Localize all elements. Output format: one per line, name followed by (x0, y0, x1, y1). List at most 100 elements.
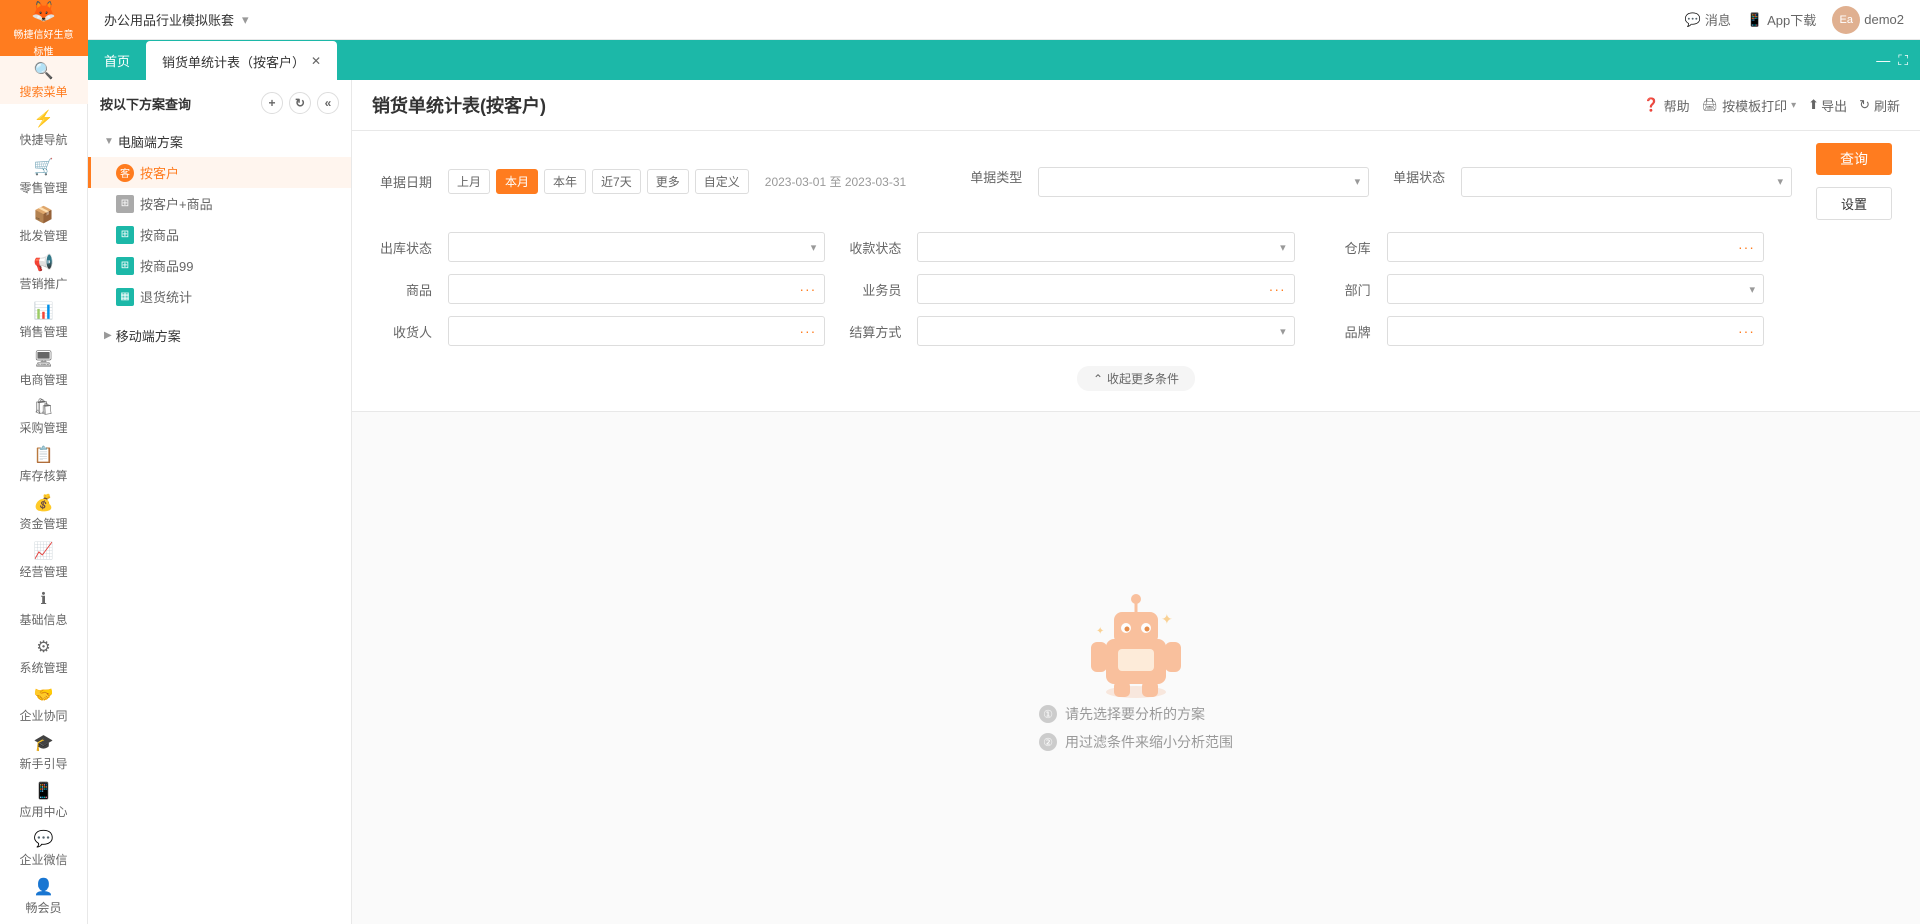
collect-status-select[interactable]: ▾ (917, 232, 1294, 262)
sidebar-item-operations[interactable]: 📈 经营管理 (0, 536, 88, 584)
scheme-icon-return: ▦ (116, 288, 134, 306)
logo[interactable]: 🦊 畅捷信好生意 标惟 (0, 0, 88, 56)
tree-parent-mobile[interactable]: ▶ 移动端方案 (88, 320, 351, 351)
wholesale-icon: 📦 (34, 205, 54, 225)
sidebar-label-system: 系统管理 (19, 659, 67, 676)
add-scheme-btn[interactable]: + (261, 92, 283, 114)
dept-select[interactable]: ▾ (1387, 274, 1764, 304)
main-area: 办公用品行业模拟账套 ▾ 💬 消息 📱 App下载 Ea demo2 首页 销货… (88, 0, 1920, 924)
sidebar-item-retail[interactable]: 🛒 零售管理 (0, 152, 88, 200)
sidebar-item-wholesale[interactable]: 📦 批发管理 (0, 200, 88, 248)
brand-input[interactable]: ··· (1387, 316, 1764, 346)
tab-home[interactable]: 首页 (88, 40, 146, 80)
tab-maximize-btn[interactable]: ⛶ (1898, 52, 1908, 69)
brand-dots-icon: ··· (1738, 323, 1755, 339)
collapse-panel-btn[interactable]: « (317, 92, 339, 114)
goods-input[interactable]: ··· (448, 274, 825, 304)
app-download-label: App下载 (1767, 10, 1816, 29)
left-panel-header: 按以下方案查询 + ↻ « (88, 92, 351, 122)
help-btn[interactable]: ❓ 帮助 (1643, 96, 1689, 115)
order-status-select[interactable]: ▾ (1461, 167, 1792, 197)
breadcrumb-dropdown-icon[interactable]: ▾ (242, 12, 249, 28)
date-btn-this-month[interactable]: 本月 (496, 169, 538, 194)
member-icon: 👤 (34, 877, 54, 897)
order-status-label: 单据状态 (1385, 167, 1445, 197)
empty-tip-2: ② 用过滤条件来缩小分析范围 (1039, 732, 1233, 752)
print-label: 按模板打印 (1722, 96, 1787, 115)
app-download-btn[interactable]: 📱 App下载 (1747, 10, 1816, 29)
left-panel-title: 按以下方案查询 (100, 94, 191, 113)
sidebar-item-finance[interactable]: 💰 资金管理 (0, 488, 88, 536)
query-button[interactable]: 查询 (1816, 143, 1892, 175)
sidebar-label-basicinfo: 基础信息 (19, 611, 67, 628)
staff-input[interactable]: ··· (917, 274, 1294, 304)
sidebar-label-search: 搜索菜单 (19, 83, 67, 100)
help-label: 帮助 (1664, 96, 1690, 115)
msg-btn[interactable]: 💬 消息 (1685, 10, 1731, 29)
receiver-label: 收货人 (372, 322, 432, 341)
refresh-scheme-btn[interactable]: ↻ (289, 92, 311, 114)
refresh-icon: ↻ (1859, 97, 1870, 113)
date-btn-last-7[interactable]: 近7天 (592, 169, 641, 194)
tree-arrow-mobile: ▶ (104, 330, 112, 341)
scheme-label-customer-goods: 按客户+商品 (140, 194, 213, 213)
sidebar-item-inventory[interactable]: 📋 库存核算 (0, 440, 88, 488)
scheme-icon-customer-goods: ⊞ (116, 195, 134, 213)
date-btn-more[interactable]: 更多 (647, 169, 689, 194)
sidebar-item-sales[interactable]: 📊 销售管理 (0, 296, 88, 344)
refresh-btn[interactable]: ↻ 刷新 (1859, 96, 1900, 115)
operations-icon: 📈 (34, 541, 54, 561)
tab-minimize-btn[interactable]: — (1876, 52, 1890, 68)
sidebar-item-basicinfo[interactable]: ℹ 基础信息 (0, 584, 88, 632)
order-type-label: 单据类型 (962, 167, 1022, 197)
sidebar-item-guide[interactable]: 🎓 新手引导 (0, 728, 88, 776)
sidebar-item-appcenter[interactable]: 📱 应用中心 (0, 776, 88, 824)
date-btn-last-month[interactable]: 上月 (448, 169, 490, 194)
filter-area: 单据日期 上月 本月 本年 近7天 更多 自定义 2023-03-01 至 20… (352, 131, 1920, 412)
order-status-chevron: ▾ (1777, 175, 1783, 188)
payment-label: 结算方式 (841, 322, 901, 341)
page-title-bar: 销货单统计表(按客户) ❓ 帮助 🖨 按模板打印 ▾ ⬆ 导出 (352, 80, 1920, 131)
tree-section-mobile: ▶ 移动端方案 (88, 316, 351, 355)
sidebar-item-marketing[interactable]: 📢 营销推广 (0, 248, 88, 296)
sidebar-item-ecommerce[interactable]: 🖥 电商管理 (0, 344, 88, 392)
tree-parent-desktop[interactable]: ▼ 电脑端方案 (88, 126, 351, 157)
sidebar-item-purchase[interactable]: 🛍 采购管理 (0, 392, 88, 440)
date-btn-this-year[interactable]: 本年 (544, 169, 586, 194)
order-type-select[interactable]: ▾ (1038, 167, 1369, 197)
warehouse-input[interactable]: ··· (1387, 232, 1764, 262)
sidebar-item-system[interactable]: ⚙ 系统管理 (0, 632, 88, 680)
sidebar: 🦊 畅捷信好生意 标惟 🔍 搜索菜单 ⚡ 快捷导航 🛒 零售管理 📦 批发管理 … (0, 0, 88, 924)
collapse-btn[interactable]: ⌃ 收起更多条件 (1077, 366, 1195, 391)
payment-select[interactable]: ▾ (917, 316, 1294, 346)
scheme-icon-goods: ⊞ (116, 226, 134, 244)
tree-child-return-stats[interactable]: ▦ 退货统计 (88, 281, 351, 312)
sidebar-item-member[interactable]: 👤 畅会员 (0, 872, 88, 920)
receiver-input[interactable]: ··· (448, 316, 825, 346)
tree-child-by-goods99[interactable]: ⊞ 按商品99 (88, 250, 351, 281)
sidebar-item-collab[interactable]: 🤝 企业协同 (0, 680, 88, 728)
staff-label: 业务员 (841, 280, 901, 299)
sidebar-item-search[interactable]: 🔍 搜索菜单 (0, 56, 88, 104)
tree-child-by-customer[interactable]: 客 按客户 (88, 157, 351, 188)
page-title: 销货单统计表(按客户) (372, 92, 546, 118)
out-status-label: 出库状态 (372, 238, 432, 257)
sidebar-item-wechat[interactable]: 💬 企业微信 (0, 824, 88, 872)
settings-button[interactable]: 设置 (1816, 187, 1892, 220)
staff-dots-icon: ··· (1269, 281, 1286, 297)
tab-close-icon[interactable]: ✕ (311, 54, 321, 68)
sidebar-label-member: 畅会员 (25, 899, 61, 916)
sidebar-item-quicknav[interactable]: ⚡ 快捷导航 (0, 104, 88, 152)
user-area[interactable]: Ea demo2 (1832, 6, 1904, 34)
date-btn-custom[interactable]: 自定义 (695, 169, 749, 194)
export-btn[interactable]: ⬆ 导出 (1808, 96, 1847, 115)
tree-child-by-customer-goods[interactable]: ⊞ 按客户+商品 (88, 188, 351, 219)
tree-child-by-goods[interactable]: ⊞ 按商品 (88, 219, 351, 250)
out-status-select[interactable]: ▾ (448, 232, 825, 262)
print-btn[interactable]: 🖨 按模板打印 ▾ (1702, 96, 1797, 115)
right-panel: 销货单统计表(按客户) ❓ 帮助 🖨 按模板打印 ▾ ⬆ 导出 (352, 80, 1920, 924)
refresh-label: 刷新 (1874, 96, 1900, 115)
sidebar-label-appcenter: 应用中心 (19, 803, 67, 820)
tab-sales-report[interactable]: 销货单统计表（按客户） ✕ (146, 41, 337, 81)
scheme-label-return: 退货统计 (140, 287, 192, 306)
